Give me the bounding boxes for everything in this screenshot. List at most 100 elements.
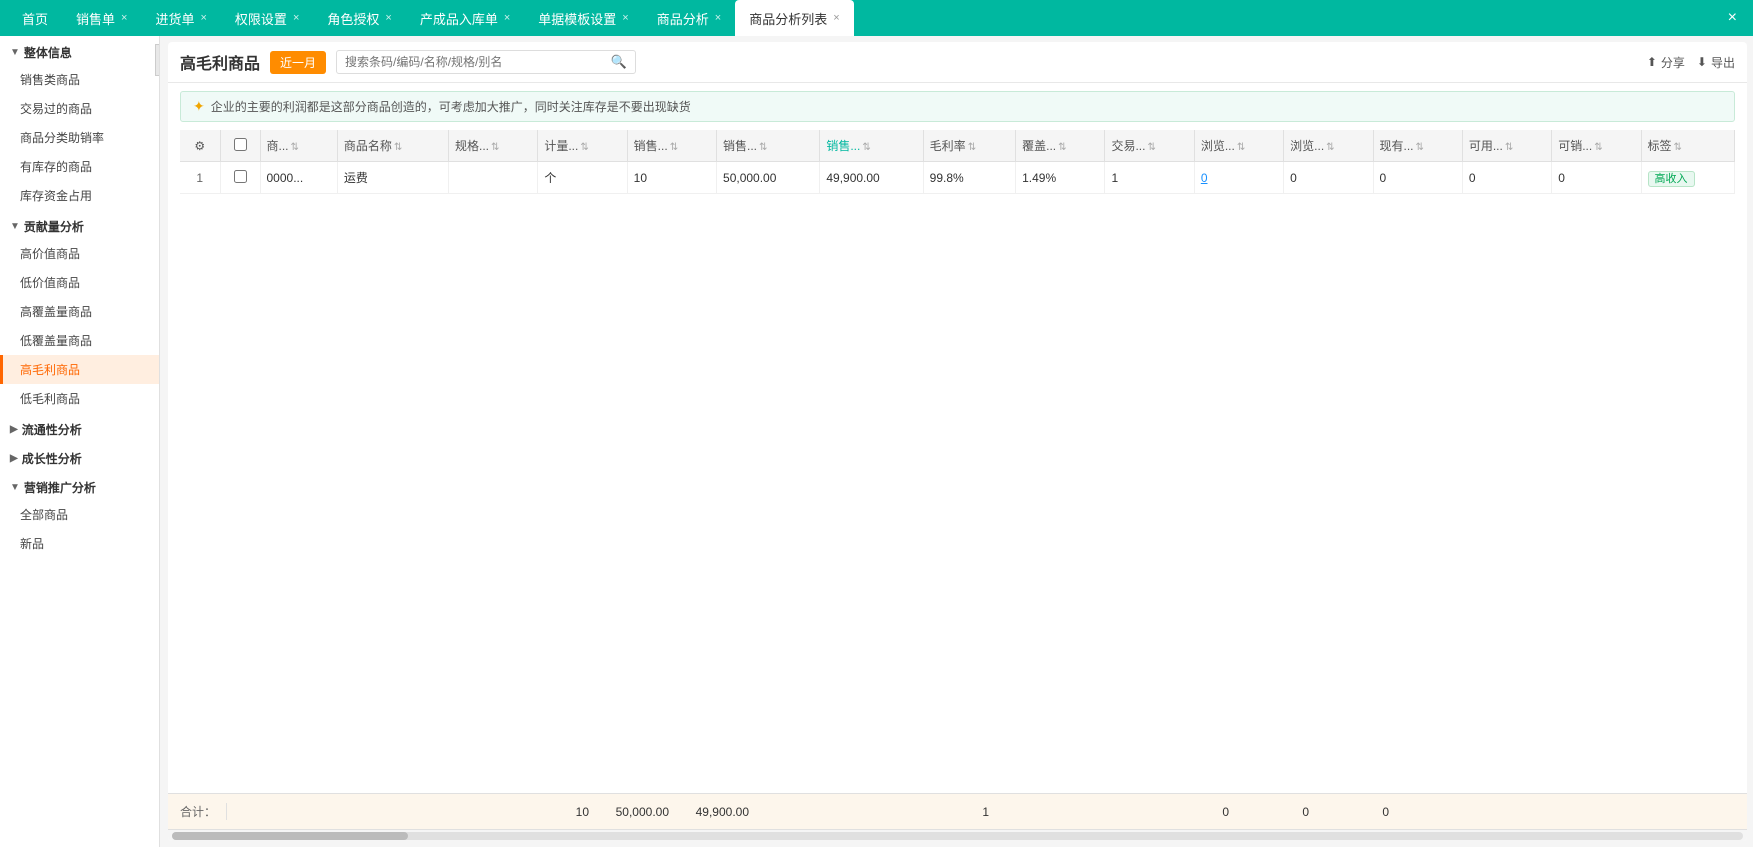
th-sales-profit[interactable]: 销售...⇅ (820, 130, 923, 162)
nav-label-purchase: 进货单 (155, 9, 194, 28)
table-wrapper[interactable]: ⚙ 商...⇅ 商品名称⇅ 规格...⇅ 计量...⇅ 销售...⇅ 销售...… (168, 130, 1747, 793)
nav-item-warehouse[interactable]: 产成品入库单 × (406, 0, 524, 36)
nav-item-analysis[interactable]: 商品分析 × (643, 0, 735, 36)
sidebar-item-traded-goods[interactable]: 交易过的商品 (0, 94, 159, 123)
filter-month-btn[interactable]: 近一月 (270, 51, 326, 74)
cell-checkbox[interactable] (220, 162, 260, 194)
scrollbar-thumb[interactable] (172, 832, 408, 840)
cell-browse1[interactable]: 0 (1194, 162, 1283, 194)
cell-sales-amount: 50,000.00 (717, 162, 820, 194)
sort-icon-code: ⇅ (291, 142, 299, 153)
nav-close-purchase[interactable]: × (200, 12, 206, 24)
cell-browse2: 0 (1284, 162, 1373, 194)
th-gross-rate[interactable]: 毛利率⇅ (923, 130, 1015, 162)
th-settings[interactable]: ⚙ (180, 130, 220, 162)
arrow-growth: ▶ (10, 453, 18, 464)
nav-item-permissions[interactable]: 权限设置 × (221, 0, 313, 36)
sort-icon-browse2: ⇅ (1326, 142, 1334, 153)
sidebar-item-stock-capital[interactable]: 库存资金占用 (0, 181, 159, 210)
cell-unit: 个 (538, 162, 627, 194)
th-coverage[interactable]: 覆盖...⇅ (1016, 130, 1105, 162)
sort-icon-gross-rate: ⇅ (968, 142, 976, 153)
nav-close-analysis-list[interactable]: × (833, 12, 839, 24)
sidebar-group-growth[interactable]: ▶ 成长性分析 (0, 442, 159, 471)
table-body: 1 0000... 运费 个 10 50,000.00 49,900.00 99… (180, 162, 1735, 194)
sidebar-item-low-coverage[interactable]: 低覆盖量商品 (0, 326, 159, 355)
sort-icon-tag: ⇅ (1674, 142, 1682, 153)
sidebar-item-new-goods[interactable]: 新品 (0, 529, 159, 558)
content-title: 高毛利商品 (180, 50, 260, 74)
sort-icon-trade: ⇅ (1147, 142, 1155, 153)
horizontal-scrollbar[interactable] (168, 829, 1747, 841)
sidebar-item-low-margin[interactable]: 低毛利商品 (0, 384, 159, 413)
th-sellable[interactable]: 可销...⇅ (1552, 130, 1641, 162)
th-browse1[interactable]: 浏览...⇅ (1194, 130, 1283, 162)
search-input[interactable] (345, 55, 611, 69)
info-bar: ✦ 企业的主要的利润都是这部分商品创造的，可考虑加大推广，同时关注库存是不要出现… (180, 91, 1735, 122)
th-tag[interactable]: 标签⇅ (1641, 130, 1734, 162)
nav-label-template: 单据模板设置 (538, 9, 616, 28)
search-icon[interactable]: 🔍 (611, 54, 627, 70)
share-btn[interactable]: ⬆ 分享 (1647, 54, 1685, 71)
th-available[interactable]: 可用...⇅ (1462, 130, 1551, 162)
sidebar-group-liquidity[interactable]: ▶ 流通性分析 (0, 413, 159, 442)
th-spec[interactable]: 规格...⇅ (448, 130, 537, 162)
sort-icon-available: ⇅ (1505, 142, 1513, 153)
arrow-overview: ▼ (10, 47, 20, 58)
nav-item-analysis-list[interactable]: 商品分析列表 × (735, 0, 853, 36)
th-sales-qty[interactable]: 销售...⇅ (627, 130, 716, 162)
th-name[interactable]: 商品名称⇅ (337, 130, 448, 162)
sidebar-collapse-btn[interactable]: 《 (155, 44, 160, 76)
footer-cell-sell: 0 (1317, 805, 1397, 819)
th-code[interactable]: 商...⇅ (260, 130, 337, 162)
cell-sales-qty: 10 (627, 162, 716, 194)
cell-coverage: 1.49% (1016, 162, 1105, 194)
sidebar-item-all-goods[interactable]: 全部商品 (0, 500, 159, 529)
sidebar-group-overview[interactable]: ▼ 整体信息 (0, 36, 159, 65)
row-checkbox[interactable] (234, 170, 247, 183)
content-header: 高毛利商品 近一月 🔍 ⬆ 分享 ⬇ 导出 (168, 42, 1747, 83)
sort-icon-unit: ⇅ (580, 142, 588, 153)
main-layout: 《 ▼ 整体信息 销售类商品 交易过的商品 商品分类助销率 有库存的商品 库存资… (0, 36, 1753, 847)
sidebar-item-high-coverage[interactable]: 高覆盖量商品 (0, 297, 159, 326)
sidebar-item-high-margin[interactable]: 高毛利商品 (0, 355, 159, 384)
th-current-stock[interactable]: 现有...⇅ (1373, 130, 1462, 162)
nav-close-analysis[interactable]: × (715, 12, 721, 24)
nav-close-warehouse[interactable]: × (504, 12, 510, 24)
scrollbar-track[interactable] (172, 832, 1743, 840)
sidebar-group-marketing[interactable]: ▼ 营销推广分析 (0, 471, 159, 500)
nav-close-sales[interactable]: × (121, 12, 127, 24)
cell-index: 1 (180, 162, 220, 194)
select-all-checkbox[interactable] (234, 138, 247, 151)
data-table: ⚙ 商...⇅ 商品名称⇅ 规格...⇅ 计量...⇅ 销售...⇅ 销售...… (180, 130, 1735, 194)
nav-close-roles[interactable]: × (385, 12, 391, 24)
group-title-marketing: 营销推广分析 (24, 479, 96, 496)
sidebar-item-category-rate[interactable]: 商品分类助销率 (0, 123, 159, 152)
sort-icon-sales-qty: ⇅ (670, 142, 678, 153)
collapse-icon: 《 (158, 53, 160, 68)
sidebar-item-high-value[interactable]: 高价值商品 (0, 239, 159, 268)
window-close-btn[interactable]: × (1720, 9, 1745, 27)
nav-item-roles[interactable]: 角色授权 × (313, 0, 405, 36)
nav-item-home[interactable]: 首页 (8, 0, 62, 36)
sidebar-item-sales-goods[interactable]: 销售类商品 (0, 65, 159, 94)
nav-item-purchase[interactable]: 进货单 × (141, 0, 220, 36)
cell-name: 运费 (337, 162, 448, 194)
sidebar-item-in-stock[interactable]: 有库存的商品 (0, 152, 159, 181)
sidebar-group-contribution[interactable]: ▼ 贡献量分析 (0, 210, 159, 239)
table-footer: 合计： 10 50,000.00 49,900.00 1 0 0 0 (168, 793, 1747, 829)
nav-item-template[interactable]: 单据模板设置 × (524, 0, 642, 36)
nav-close-permissions[interactable]: × (293, 12, 299, 24)
th-browse2[interactable]: 浏览...⇅ (1284, 130, 1373, 162)
nav-label-sales: 销售单 (76, 9, 115, 28)
nav-close-template[interactable]: × (622, 12, 628, 24)
th-checkbox[interactable] (220, 130, 260, 162)
th-sales-amount[interactable]: 销售...⇅ (717, 130, 820, 162)
nav-item-sales[interactable]: 销售单 × (62, 0, 141, 36)
th-trade[interactable]: 交易...⇅ (1105, 130, 1194, 162)
sidebar-item-low-value[interactable]: 低价值商品 (0, 268, 159, 297)
footer-cell-amount: 50,000.00 (597, 805, 677, 819)
export-btn[interactable]: ⬇ 导出 (1697, 54, 1735, 71)
arrow-liquidity: ▶ (10, 424, 18, 435)
th-unit[interactable]: 计量...⇅ (538, 130, 627, 162)
